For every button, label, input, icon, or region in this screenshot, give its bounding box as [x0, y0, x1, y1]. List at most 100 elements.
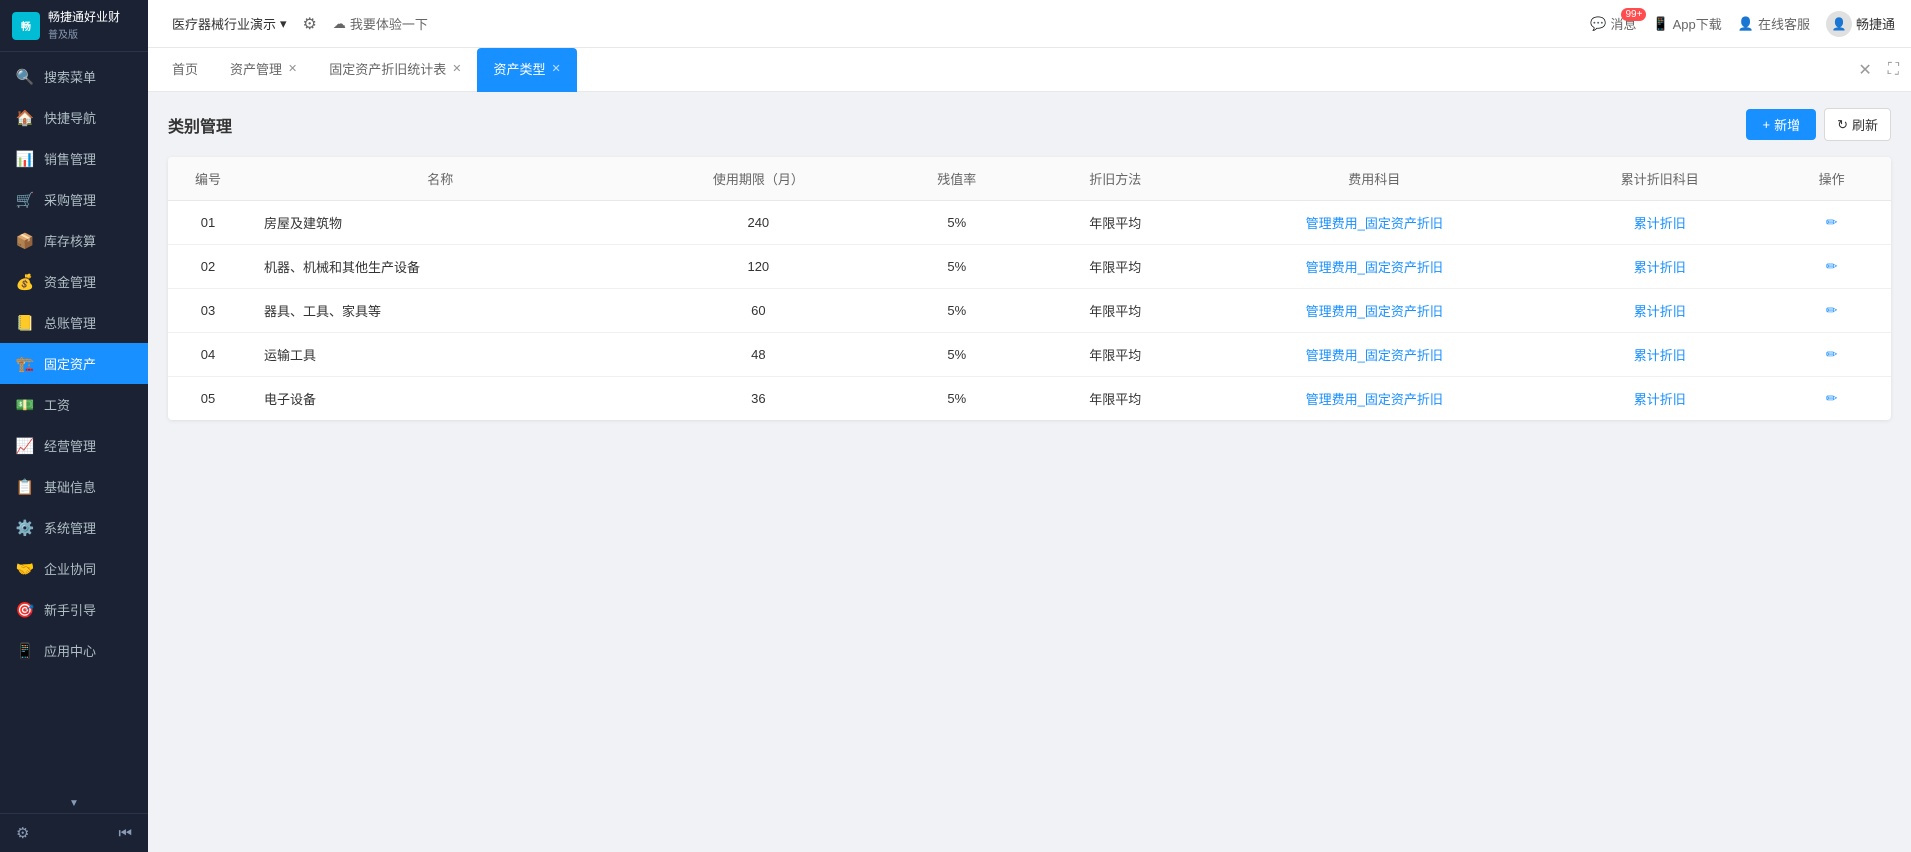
tab-2[interactable]: 固定资产折旧统计表✕: [313, 48, 477, 92]
tab-1[interactable]: 资产管理 ✕: [214, 48, 313, 92]
sidebar-item-capital[interactable]: 💰 资金管理: [0, 261, 148, 302]
tab-close-1[interactable]: ✕: [288, 62, 297, 75]
app-download-action[interactable]: 📱 App下载: [1652, 14, 1721, 33]
tab-3[interactable]: 资产类型✕: [477, 48, 576, 92]
sidebar-item-apps[interactable]: 📱 应用中心: [0, 630, 148, 671]
data-table-wrap: 编号名称使用期限（月）残值率折旧方法费用科目累计折旧科目操作 01房屋及建筑物2…: [168, 157, 1891, 420]
row-edit[interactable]: ✏: [1772, 377, 1891, 421]
link-row-accumulated[interactable]: 累计折旧: [1634, 392, 1686, 407]
row-expense[interactable]: 管理费用_固定资产折旧: [1201, 333, 1547, 377]
row-expense[interactable]: 管理费用_固定资产折旧: [1201, 245, 1547, 289]
tab-close-2[interactable]: ✕: [452, 62, 461, 75]
sidebar-item-basicinfo[interactable]: 📋 基础信息: [0, 466, 148, 507]
sidebar-item-payroll[interactable]: 💵 工资: [0, 384, 148, 425]
tab-label-0: 首页: [172, 59, 198, 78]
link-row-expense[interactable]: 管理费用_固定资产折旧: [1306, 348, 1443, 363]
table-col-header: 残值率: [884, 157, 1029, 201]
row-edit[interactable]: ✏: [1772, 201, 1891, 245]
sidebar-scroll-down[interactable]: ▼: [0, 794, 148, 813]
table-col-header: 费用科目: [1201, 157, 1547, 201]
edit-icon-4[interactable]: ✏: [1826, 390, 1838, 406]
sidebar-label-capital: 资金管理: [44, 272, 96, 291]
sidebar-item-operation[interactable]: 📈 经营管理: [0, 425, 148, 466]
link-row-accumulated[interactable]: 累计折旧: [1634, 348, 1686, 363]
link-row-expense[interactable]: 管理费用_固定资产折旧: [1306, 260, 1443, 275]
table-col-header: 名称: [248, 157, 633, 201]
row-accumulated[interactable]: 累计折旧: [1547, 333, 1772, 377]
sidebar-item-cooperation[interactable]: 🤝 企业协同: [0, 548, 148, 589]
edit-icon-0[interactable]: ✏: [1826, 214, 1838, 230]
sidebar-item-system[interactable]: ⚙️ 系统管理: [0, 507, 148, 548]
company-selector[interactable]: 医疗器械行业演示 ▾: [164, 10, 295, 37]
row-residual: 5%: [884, 201, 1029, 245]
sidebar-icon-system: ⚙️: [16, 519, 34, 537]
sidebar-label-apps: 应用中心: [44, 641, 96, 660]
link-row-accumulated[interactable]: 累计折旧: [1634, 304, 1686, 319]
sidebar-label-sales: 销售管理: [44, 149, 96, 168]
tab-close-3[interactable]: ✕: [552, 62, 561, 75]
sidebar-item-search[interactable]: 🔍 搜索菜单: [0, 56, 148, 97]
sidebar-item-inventory[interactable]: 📦 库存核算: [0, 220, 148, 261]
sidebar-label-ledger: 总账管理: [44, 313, 96, 332]
sidebar: 畅 畅捷通好业财 普及版 🔍 搜索菜单 🏠 快捷导航 📊 销售管理 🛒 采购管理…: [0, 0, 148, 852]
row-name: 器具、工具、家具等: [248, 289, 633, 333]
sidebar-icon-quicknav: 🏠: [16, 109, 34, 127]
link-row-accumulated[interactable]: 累计折旧: [1634, 216, 1686, 231]
user-menu[interactable]: 👤 畅捷通: [1826, 11, 1895, 37]
main-content: 医疗器械行业演示 ▾ ⚙ ☁ 我要体验一下 💬 消息 99+ 📱 App下载 👤…: [148, 0, 1911, 852]
row-expense[interactable]: 管理费用_固定资产折旧: [1201, 289, 1547, 333]
row-residual: 5%: [884, 377, 1029, 421]
expand-tab-icon[interactable]: ⛶: [1884, 57, 1903, 83]
row-accumulated[interactable]: 累计折旧: [1547, 245, 1772, 289]
dropdown-icon: ▾: [280, 16, 287, 32]
online-service-action[interactable]: 👤 在线客服: [1738, 14, 1810, 33]
sidebar-item-quicknav[interactable]: 🏠 快捷导航: [0, 97, 148, 138]
row-accumulated[interactable]: 累计折旧: [1547, 201, 1772, 245]
link-row-expense[interactable]: 管理费用_固定资产折旧: [1306, 392, 1443, 407]
app-download-label: App下载: [1673, 14, 1722, 33]
page-title: 类别管理: [168, 113, 232, 137]
sidebar-label-guide: 新手引导: [44, 600, 96, 619]
message-action[interactable]: 💬 消息 99+: [1590, 14, 1636, 33]
sidebar-item-fixed[interactable]: 🏗️ 固定资产: [0, 343, 148, 384]
table-col-header: 使用期限（月）: [633, 157, 885, 201]
collapse-icon[interactable]: ⏮: [118, 825, 132, 842]
row-edit[interactable]: ✏: [1772, 289, 1891, 333]
tab-0[interactable]: 首页: [156, 48, 214, 92]
row-edit[interactable]: ✏: [1772, 333, 1891, 377]
sidebar-item-purchase[interactable]: 🛒 采购管理: [0, 179, 148, 220]
edit-icon-3[interactable]: ✏: [1826, 346, 1838, 362]
sidebar-icon-apps: 📱: [16, 642, 34, 660]
cloud-icon: ☁: [333, 16, 346, 32]
experience-button[interactable]: ☁ 我要体验一下: [325, 10, 436, 37]
sidebar-icon-sales: 📊: [16, 150, 34, 168]
row-expense[interactable]: 管理费用_固定资产折旧: [1201, 201, 1547, 245]
new-button[interactable]: + 新增: [1746, 109, 1816, 140]
row-accumulated[interactable]: 累计折旧: [1547, 377, 1772, 421]
row-id: 05: [168, 377, 248, 421]
link-row-accumulated[interactable]: 累计折旧: [1634, 260, 1686, 275]
row-expense[interactable]: 管理费用_固定资产折旧: [1201, 377, 1547, 421]
link-row-expense[interactable]: 管理费用_固定资产折旧: [1306, 304, 1443, 319]
sidebar-item-sales[interactable]: 📊 销售管理: [0, 138, 148, 179]
row-accumulated[interactable]: 累计折旧: [1547, 289, 1772, 333]
sidebar-item-guide[interactable]: 🎯 新手引导: [0, 589, 148, 630]
edit-icon-1[interactable]: ✏: [1826, 258, 1838, 274]
row-method: 年限平均: [1029, 333, 1201, 377]
edit-icon-2[interactable]: ✏: [1826, 302, 1838, 318]
settings-icon[interactable]: ⚙: [16, 824, 29, 842]
row-edit[interactable]: ✏: [1772, 245, 1891, 289]
user-avatar: 👤: [1826, 11, 1852, 37]
row-name: 房屋及建筑物: [248, 201, 633, 245]
link-row-expense[interactable]: 管理费用_固定资产折旧: [1306, 216, 1443, 231]
experience-label: 我要体验一下: [350, 14, 428, 33]
sidebar-icon-inventory: 📦: [16, 232, 34, 250]
sidebar-label-payroll: 工资: [44, 395, 70, 414]
refresh-button[interactable]: ↻ 刷新: [1824, 108, 1891, 141]
table-col-header: 操作: [1772, 157, 1891, 201]
sidebar-item-ledger[interactable]: 📒 总账管理: [0, 302, 148, 343]
close-tab-icon[interactable]: ✕: [1854, 56, 1875, 84]
row-method: 年限平均: [1029, 289, 1201, 333]
tab-label-1: 资产管理: [230, 59, 282, 78]
topbar-settings-icon[interactable]: ⚙: [303, 14, 317, 34]
